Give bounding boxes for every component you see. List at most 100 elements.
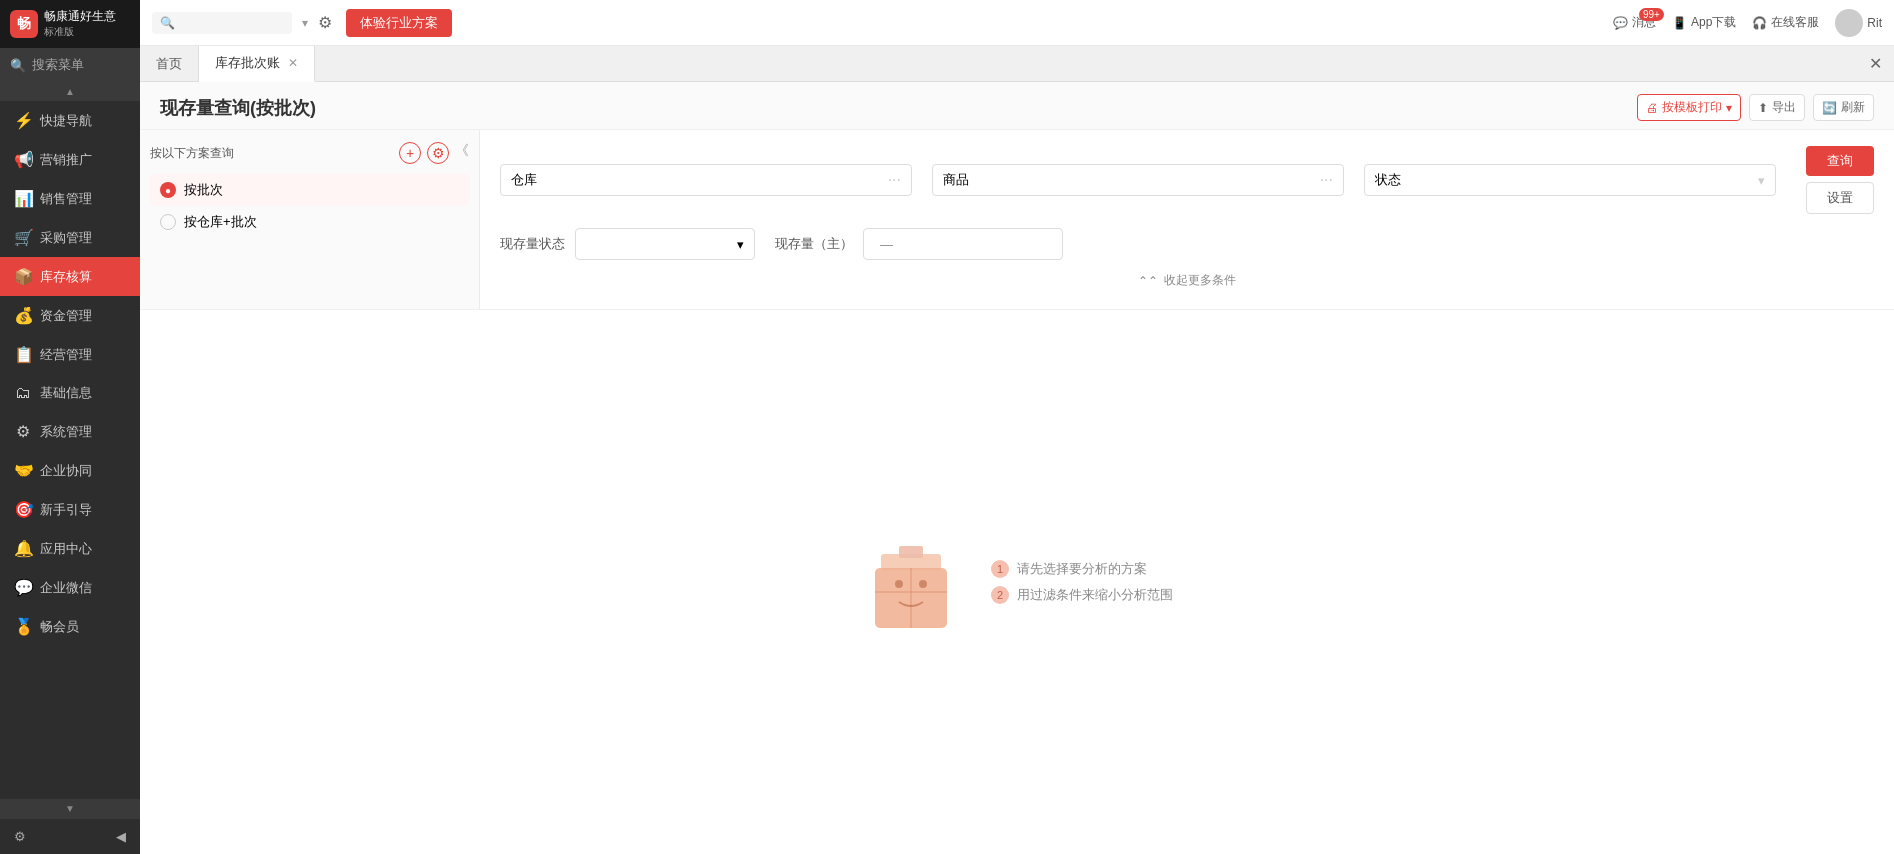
sidebar-item-xiaoshou[interactable]: 📊 销售管理 (0, 179, 140, 218)
tab-home-label: 首页 (156, 55, 182, 73)
tab-kucun-pici-label: 库存批次账 (215, 54, 280, 72)
product-field: 商品 ··· (932, 164, 1344, 196)
sidebar-item-kucun[interactable]: 📦 库存核算 (0, 257, 140, 296)
status-field: 状态 ▾ (1364, 164, 1776, 196)
sidebar-item-yingyong[interactable]: 🔔 应用中心 (0, 529, 140, 568)
phone-icon: 📱 (1672, 16, 1687, 30)
sidebar-item-label: 销售管理 (40, 190, 92, 208)
xiaoshou-icon: 📊 (14, 189, 32, 208)
sidebar-search[interactable]: 🔍 搜索菜单 (0, 48, 140, 82)
sidebar-item-qiye[interactable]: 🤝 企业协同 (0, 451, 140, 490)
sidebar-item-yingxiao[interactable]: 📢 营销推广 (0, 140, 140, 179)
app-version: 标准版 (44, 25, 116, 39)
sidebar-item-caigou[interactable]: 🛒 采购管理 (0, 218, 140, 257)
topbar-search-input[interactable] (181, 16, 261, 30)
stock-status-select[interactable]: ▾ (575, 228, 755, 260)
empty-hints: 1 请先选择要分析的方案 2 用过滤条件来缩小分析范围 (991, 560, 1173, 604)
filter-fields-panel: 仓库 ··· 商品 ··· 状态 ▾ (480, 130, 1894, 309)
scheme-item-cangku-pici[interactable]: 按仓库+批次 (150, 206, 469, 238)
huiyuan-icon: 🏅 (14, 617, 32, 636)
jingying-icon: 📋 (14, 345, 32, 364)
trial-button[interactable]: 体验行业方案 (346, 9, 452, 37)
scheme-settings-button[interactable]: ⚙ (427, 142, 449, 164)
product-label: 商品 (943, 171, 969, 189)
warehouse-input[interactable]: 仓库 ··· (500, 164, 912, 196)
filter-panel: 按以下方案查询 + ⚙ 《 ● 按批次 按仓库+批次 (140, 130, 1894, 310)
sidebar-item-zijin[interactable]: 💰 资金管理 (0, 296, 140, 335)
messages-item[interactable]: 💬 消息 99+ (1613, 14, 1656, 31)
sidebar-footer: ⚙ ◀ (0, 818, 140, 854)
jichu-icon: 🗂 (14, 384, 32, 402)
sidebar-scroll-down[interactable]: ▼ (0, 799, 140, 818)
tab-close-icon[interactable]: ✕ (288, 56, 298, 70)
online-service-item[interactable]: 🎧 在线客服 (1752, 14, 1819, 31)
zijin-icon: 💰 (14, 306, 32, 325)
filter-row-2: 现存量状态 ▾ 现存量（主） — (500, 228, 1874, 260)
scheme-item-pici[interactable]: ● 按批次 (150, 174, 469, 206)
app-download-label: App下载 (1691, 14, 1736, 31)
tab-kucun-pici[interactable]: 库存批次账 ✕ (199, 46, 315, 82)
filter-scheme-header: 按以下方案查询 + ⚙ 《 (150, 142, 469, 164)
footer-settings-icon[interactable]: ⚙ (14, 829, 26, 844)
stock-amount-label: 现存量（主） (775, 235, 853, 253)
tab-close-right-icon[interactable]: ✕ (1857, 54, 1894, 73)
scheme-dot-inactive (160, 214, 176, 230)
add-scheme-button[interactable]: + (399, 142, 421, 164)
sidebar-item-kuaijie[interactable]: ⚡ 快捷导航 (0, 101, 140, 140)
topbar-gear-icon[interactable]: ⚙ (318, 13, 332, 32)
sidebar-item-xitong[interactable]: ⚙ 系统管理 (0, 412, 140, 451)
filter-settings-button[interactable]: 设置 (1806, 182, 1874, 214)
messages-badge: 99+ (1639, 8, 1664, 21)
sidebar-item-xinshou[interactable]: 🎯 新手引导 (0, 490, 140, 529)
export-button[interactable]: ⬆ 导出 (1749, 94, 1805, 121)
status-input[interactable]: 状态 ▾ (1364, 164, 1776, 196)
search-icon: 🔍 (10, 58, 26, 73)
print-chevron-icon: ▾ (1726, 101, 1732, 115)
topbar-right: 💬 消息 99+ 📱 App下载 🎧 在线客服 Rit (1613, 9, 1882, 37)
sidebar-item-huiyuan[interactable]: 🏅 畅会员 (0, 607, 140, 646)
hint-text-1: 请先选择要分析的方案 (1017, 560, 1147, 578)
sidebar-item-jingying[interactable]: 📋 经营管理 (0, 335, 140, 374)
sidebar-item-label: 基础信息 (40, 384, 92, 402)
print-label: 按模板打印 (1662, 99, 1722, 116)
sidebar-item-jichu[interactable]: 🗂 基础信息 (0, 374, 140, 412)
collapse-more-button[interactable]: ⌃⌃ 收起更多条件 (500, 268, 1874, 293)
print-icon: 🖨 (1646, 101, 1658, 115)
refresh-icon: 🔄 (1822, 101, 1837, 115)
footer-collapse-icon[interactable]: ◀ (116, 829, 126, 844)
app-download-item[interactable]: 📱 App下载 (1672, 14, 1736, 31)
xitong-icon: ⚙ (14, 422, 32, 441)
empty-svg (861, 532, 961, 642)
export-label: 导出 (1772, 99, 1796, 116)
app-logo: 畅 (10, 10, 38, 38)
sidebar-scroll-up[interactable]: ▲ (0, 82, 140, 101)
empty-hint-2: 2 用过滤条件来缩小分析范围 (991, 586, 1173, 604)
topbar-search-icon: 🔍 (160, 16, 175, 30)
topbar-search-box[interactable]: 🔍 (152, 12, 292, 34)
empty-illustration (861, 532, 961, 632)
query-button[interactable]: 查询 (1806, 146, 1874, 176)
tab-home[interactable]: 首页 (140, 46, 199, 82)
sidebar-item-label: 营销推广 (40, 151, 92, 169)
avatar (1835, 9, 1863, 37)
page-title: 现存量查询(按批次) (160, 96, 316, 120)
topbar-chevron-icon[interactable]: ▾ (302, 16, 308, 30)
online-service-label: 在线客服 (1771, 14, 1819, 31)
sidebar-search-label: 搜索菜单 (32, 56, 84, 74)
refresh-button[interactable]: 🔄 刷新 (1813, 94, 1874, 121)
sidebar-header: 畅 畅康通好生意 标准版 (0, 0, 140, 48)
sidebar-item-wechat[interactable]: 💬 企业微信 (0, 568, 140, 607)
scheme-collapse-icon[interactable]: 《 (455, 142, 469, 164)
print-button[interactable]: 🖨 按模板打印 ▾ (1637, 94, 1741, 121)
product-input[interactable]: 商品 ··· (932, 164, 1344, 196)
user-item[interactable]: Rit (1835, 9, 1882, 37)
topbar: 🔍 ▾ ⚙ 体验行业方案 💬 消息 99+ 📱 App下载 🎧 在线客服 Rit (140, 0, 1894, 46)
status-chevron-icon: ▾ (1758, 173, 1765, 188)
warehouse-field: 仓库 ··· (500, 164, 912, 196)
scheme-header-label: 按以下方案查询 (150, 145, 234, 162)
stock-amount-range[interactable]: — (863, 228, 1063, 260)
yingyong-icon: 🔔 (14, 539, 32, 558)
sidebar-item-label: 采购管理 (40, 229, 92, 247)
sidebar-item-label: 资金管理 (40, 307, 92, 325)
stock-status-chevron-icon: ▾ (737, 237, 744, 252)
